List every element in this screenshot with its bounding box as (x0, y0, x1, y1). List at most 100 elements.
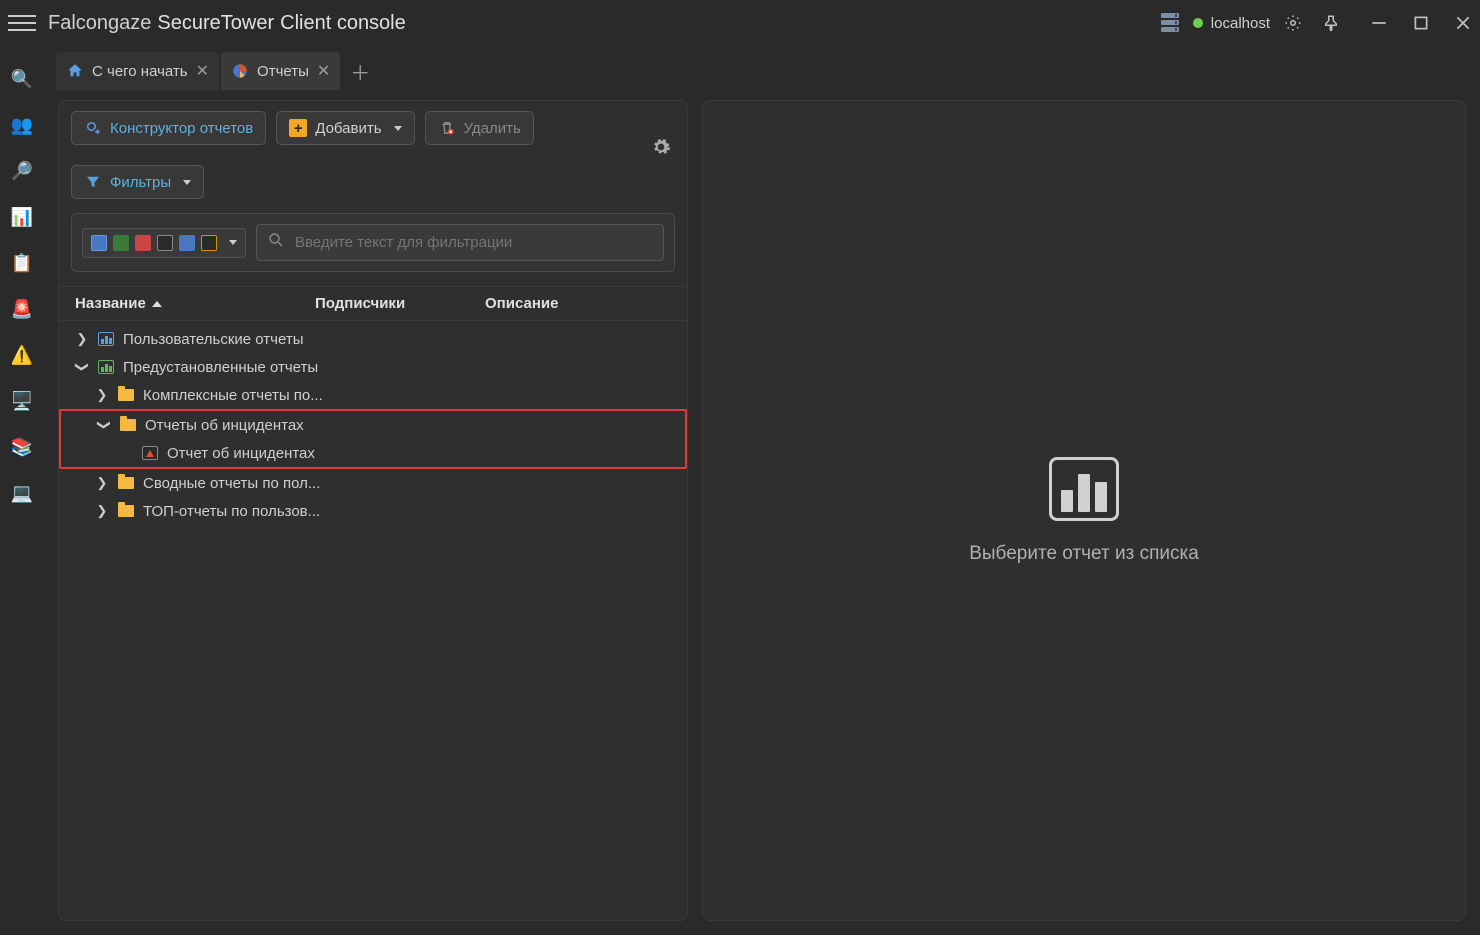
folder-icon (117, 387, 135, 403)
tree-label: Предустановленные отчеты (123, 359, 318, 376)
menu-hamburger-icon[interactable] (8, 9, 36, 37)
window-controls (1370, 14, 1472, 32)
sidebar-warning-icon[interactable]: ⚠️ (9, 342, 35, 368)
expand-icon[interactable]: ❯ (95, 475, 109, 491)
folder-icon (117, 503, 135, 519)
maximize-icon[interactable] (1412, 14, 1430, 32)
chart-icon (97, 359, 115, 375)
type-bar-icon (91, 235, 107, 251)
status-online-icon (1193, 18, 1203, 28)
sidebar-search-icon[interactable]: 🔍 (9, 66, 35, 92)
brand-securetower: SecureTower (157, 12, 274, 35)
tree-label: ТОП-отчеты по пользов... (143, 503, 320, 520)
tree-label: Отчеты об инцидентах (145, 417, 304, 434)
expand-icon[interactable]: ❯ (95, 387, 109, 403)
minimize-icon[interactable] (1370, 14, 1388, 32)
funnel-icon (84, 173, 102, 191)
tree-node-complex[interactable]: ❯ Комплексные отчеты по... (59, 381, 687, 409)
tree-label: Сводные отчеты по пол... (143, 475, 320, 492)
server-name: localhost (1211, 15, 1270, 32)
column-label: Название (75, 295, 146, 312)
gear-plus-icon (84, 119, 102, 137)
sidebar-clipboard-icon[interactable]: 📋 (9, 250, 35, 276)
type-pie-icon (135, 235, 151, 251)
sort-asc-icon (152, 301, 162, 307)
tree-label: Комплексные отчеты по... (143, 387, 323, 404)
delete-report-button[interactable]: Удалить (425, 111, 534, 145)
server-rack-icon (1161, 13, 1185, 33)
new-tab-button[interactable]: ＋ (342, 52, 378, 90)
tab-close-icon[interactable]: ✕ (196, 61, 209, 81)
sidebar-alert-icon[interactable]: 🚨 (9, 296, 35, 322)
expand-icon[interactable]: ❯ (75, 331, 89, 347)
add-report-button[interactable]: + Добавить (276, 111, 414, 145)
chart-icon (97, 331, 115, 347)
filters-button[interactable]: Фильтры (71, 165, 204, 199)
tree-node-top[interactable]: ❯ ТОП-отчеты по пользов... (59, 497, 687, 525)
filter-search-field[interactable] (256, 224, 664, 261)
button-label: Удалить (464, 120, 521, 137)
button-label: Конструктор отчетов (110, 120, 253, 137)
search-icon (267, 231, 285, 254)
folder-icon (117, 475, 135, 491)
sidebar-chart-icon[interactable]: 📊 (9, 204, 35, 230)
app-brand: Falcongaze SecureTower Client console (48, 12, 406, 35)
chevron-down-icon (229, 240, 237, 245)
tree-label: Отчет об инцидентах (167, 445, 315, 462)
tab-close-icon[interactable]: ✕ (317, 61, 330, 81)
column-description[interactable]: Описание (485, 295, 671, 312)
collapse-icon[interactable]: ❯ (74, 360, 90, 374)
panel-settings-gear-icon[interactable] (651, 137, 671, 162)
column-subscribers[interactable]: Подписчики (315, 295, 485, 312)
reports-list-panel: Конструктор отчетов + Добавить Удалить (58, 100, 688, 921)
home-icon (66, 62, 84, 80)
tree-leaf-incident-report[interactable]: Отчет об инцидентах (61, 439, 685, 467)
pie-chart-icon (231, 62, 249, 80)
button-label: Добавить (315, 120, 381, 137)
type-clock-icon (201, 235, 217, 251)
column-name[interactable]: Название (75, 295, 315, 312)
settings-gear-icon[interactable] (1284, 14, 1302, 32)
sidebar-books-icon[interactable]: 📚 (9, 434, 35, 460)
reports-table-header: Название Подписчики Описание (59, 286, 687, 321)
tab-getting-started[interactable]: С чего начать ✕ (56, 52, 219, 90)
column-label: Подписчики (315, 295, 405, 312)
pin-icon[interactable] (1322, 14, 1340, 32)
type-incident-icon (157, 235, 173, 251)
sidebar-monitor-icon[interactable]: 🖥️ (9, 388, 35, 414)
reports-toolbar: Конструктор отчетов + Добавить Удалить (59, 101, 687, 205)
tabs-bar: С чего начать ✕ Отчеты ✕ ＋ (44, 46, 1480, 90)
tab-label: Отчеты (257, 63, 309, 80)
brand-falcongaze: Falcongaze (48, 12, 151, 35)
reports-tree: ❯ Пользовательские отчеты ❯ Предустановл… (59, 321, 687, 529)
tree-node-preset-reports[interactable]: ❯ Предустановленные отчеты (59, 353, 687, 381)
incident-icon (141, 445, 159, 461)
chart-placeholder-icon (1049, 457, 1119, 521)
tree-node-summary[interactable]: ❯ Сводные отчеты по пол... (59, 469, 687, 497)
trash-icon (438, 119, 456, 137)
nav-sidebar: 🔍 👥 🔎 📊 📋 🚨 ⚠️ 🖥️ 📚 💻 (0, 46, 44, 935)
tree-label: Пользовательские отчеты (123, 331, 303, 348)
expand-icon[interactable]: ❯ (95, 503, 109, 519)
folder-icon (119, 417, 137, 433)
sidebar-users-icon[interactable]: 👥 (9, 112, 35, 138)
tab-reports[interactable]: Отчеты ✕ (221, 52, 340, 90)
sidebar-audit-icon[interactable]: 🔎 (9, 158, 35, 184)
report-type-selector[interactable] (82, 228, 246, 258)
tree-node-user-reports[interactable]: ❯ Пользовательские отчеты (59, 325, 687, 353)
button-label: Фильтры (110, 174, 171, 191)
filter-input[interactable] (295, 234, 653, 251)
title-bar: Falcongaze SecureTower Client console lo… (0, 0, 1480, 46)
column-label: Описание (485, 295, 558, 312)
report-preview-panel: Выберите отчет из списка (702, 100, 1466, 921)
report-constructor-button[interactable]: Конструктор отчетов (71, 111, 266, 145)
server-indicator[interactable]: localhost (1161, 13, 1270, 33)
collapse-icon[interactable]: ❯ (96, 418, 112, 432)
close-icon[interactable] (1454, 14, 1472, 32)
empty-state: Выберите отчет из списка (969, 457, 1199, 565)
tree-node-incidents-folder[interactable]: ❯ Отчеты об инцидентах (61, 411, 685, 439)
tab-label: С чего начать (92, 63, 188, 80)
brand-clientconsole: Client console (280, 12, 406, 35)
type-line-icon (179, 235, 195, 251)
sidebar-laptop-icon[interactable]: 💻 (9, 480, 35, 506)
